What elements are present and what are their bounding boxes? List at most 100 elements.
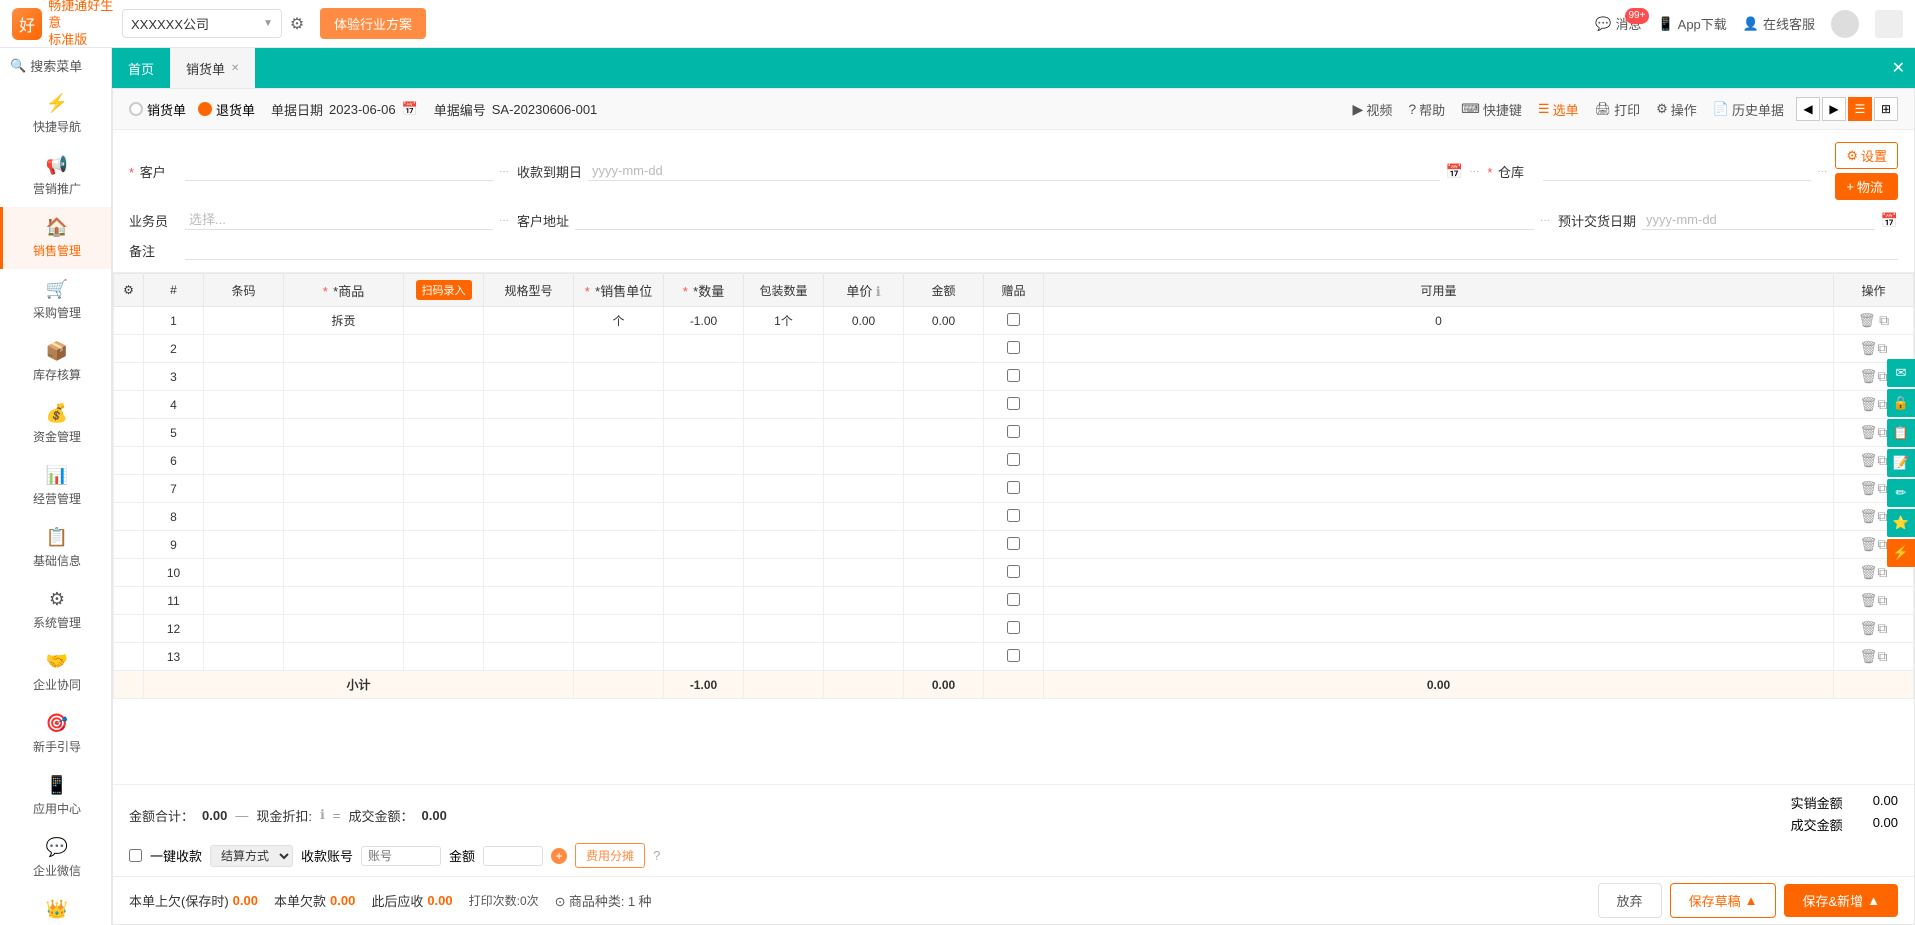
gift-checkbox-3[interactable] <box>1007 369 1020 382</box>
toolbar-select-btn[interactable]: ☰ 选单 <box>1534 98 1583 121</box>
date-calendar-icon[interactable]: 📅 <box>402 101 418 117</box>
sidebar-item-inventory[interactable]: 📦 库存核算 <box>0 331 111 393</box>
notes-input[interactable] <box>185 240 1898 260</box>
logistics-action-btn[interactable]: + 物流 <box>1835 173 1898 200</box>
gift-checkbox-6[interactable] <box>1007 453 1020 466</box>
save-draft-button[interactable]: 保存草稿 ▲ <box>1670 883 1777 918</box>
gift-checkbox-13[interactable] <box>1007 649 1020 662</box>
delivery-calendar-icon[interactable]: 📅 <box>1881 212 1898 229</box>
sidebar-item-finance[interactable]: 💰 资金管理 <box>0 393 111 455</box>
sidebar-item-marketing[interactable]: 📢 营销推广 <box>0 145 111 207</box>
copy-row-5-btn[interactable]: ⧉ <box>1877 424 1887 441</box>
account-input[interactable] <box>361 846 441 866</box>
gift-checkbox-5[interactable] <box>1007 425 1020 438</box>
rfloat-btn-2[interactable]: 🔒 <box>1887 389 1915 417</box>
receipt-date-input[interactable] <box>588 161 1440 181</box>
salesperson-dots-btn[interactable]: ··· <box>499 215 509 226</box>
delete-row-7-btn[interactable]: 🗑 <box>1860 480 1878 497</box>
sidebar-item-app-center[interactable]: 📱 应用中心 <box>0 765 111 827</box>
copy-row-9-btn[interactable]: ⧉ <box>1877 536 1887 553</box>
gift-checkbox-2[interactable] <box>1007 341 1020 354</box>
expense-split-btn[interactable]: 费用分摊 <box>575 843 645 868</box>
company-selector[interactable]: XXXXXX公司 ▼ <box>122 9 282 38</box>
amount-input[interactable] <box>483 846 543 866</box>
one-click-payment-checkbox[interactable] <box>129 849 142 862</box>
receipt-date-dots[interactable]: ··· <box>1469 166 1479 177</box>
copy-row-10-btn[interactable]: ⧉ <box>1877 564 1887 581</box>
sidebar-search[interactable]: 🔍 搜索菜单 <box>0 48 111 83</box>
add-payment-btn[interactable]: + <box>551 848 567 864</box>
prev-view-btn[interactable]: ◀ <box>1796 97 1820 121</box>
copy-row-2-btn[interactable]: ⧉ <box>1877 340 1887 357</box>
toolbar-shortcut-btn[interactable]: ⌨ 快捷键 <box>1457 98 1526 121</box>
gift-checkbox-10[interactable] <box>1007 565 1020 578</box>
delete-row-8-btn[interactable]: 🗑 <box>1860 508 1878 525</box>
delete-row-10-btn[interactable]: 🗑 <box>1860 564 1878 581</box>
sidebar-item-operations[interactable]: 📊 经营管理 <box>0 455 111 517</box>
radio-sales[interactable]: 销货单 <box>129 100 186 119</box>
rfloat-btn-7[interactable]: ⚡ <box>1887 539 1915 567</box>
delete-row-11-btn[interactable]: 🗑 <box>1860 592 1878 609</box>
toolbar-print-btn[interactable]: 🖨 打印 <box>1591 98 1645 121</box>
warehouse-input[interactable]: 建材仓 <box>1543 161 1811 181</box>
delete-row-2-btn[interactable]: 🗑 <box>1860 340 1878 357</box>
toolbar-action-btn[interactable]: ⚙ 操作 <box>1652 98 1701 121</box>
list-view-btn[interactable]: ☰ <box>1848 97 1872 121</box>
toolbar-help-btn[interactable]: ? 帮助 <box>1404 98 1449 121</box>
app-download-item[interactable]: 📱 App下载 <box>1657 14 1726 33</box>
rfloat-btn-3[interactable]: 📋 <box>1887 419 1915 447</box>
salesperson-input[interactable] <box>185 210 493 230</box>
copy-row-7-btn[interactable]: ⧉ <box>1877 480 1887 497</box>
copy-row-1-btn[interactable]: ⧉ <box>1879 312 1889 329</box>
tab-sales-order[interactable]: 销货单 ✕ <box>170 48 255 88</box>
user-avatar[interactable] <box>1831 10 1859 38</box>
copy-row-13-btn[interactable]: ⧉ <box>1877 648 1887 665</box>
settings-action-btn[interactable]: ⚙ 设置 <box>1835 142 1898 169</box>
delete-row-1-btn[interactable]: 🗑 <box>1858 312 1876 329</box>
copy-row-12-btn[interactable]: ⧉ <box>1877 620 1887 637</box>
sidebar-item-enterprise[interactable]: 🤝 企业协同 <box>0 641 111 703</box>
copy-row-6-btn[interactable]: ⧉ <box>1877 452 1887 469</box>
trial-button[interactable]: 体验行业方案 <box>320 8 426 39</box>
gift-checkbox-12[interactable] <box>1007 621 1020 634</box>
grid-view-btn[interactable]: ⊞ <box>1874 97 1898 121</box>
tab-home[interactable]: 首页 <box>112 48 170 88</box>
gift-checkbox-8[interactable] <box>1007 509 1020 522</box>
rfloat-btn-5[interactable]: ✏ <box>1887 479 1915 507</box>
settlement-method-select[interactable]: 结算方式 <box>210 845 293 867</box>
gift-checkbox-4[interactable] <box>1007 397 1020 410</box>
delete-row-4-btn[interactable]: 🗑 <box>1860 396 1878 413</box>
sidebar-item-newbie[interactable]: 🎯 新手引导 <box>0 703 111 765</box>
company-settings-icon[interactable]: ⚙ <box>282 9 312 39</box>
rfloat-btn-6[interactable]: ⭐ <box>1887 509 1915 537</box>
scan-button[interactable]: 扫码录入 <box>416 280 472 300</box>
rfloat-btn-4[interactable]: 📝 <box>1887 449 1915 477</box>
copy-row-11-btn[interactable]: ⧉ <box>1877 592 1887 609</box>
sidebar-item-quick-nav[interactable]: ⚡ 快捷导航 <box>0 83 111 145</box>
sidebar-item-wechat[interactable]: 💬 企业微信 <box>0 827 111 889</box>
copy-row-3-btn[interactable]: ⧉ <box>1877 368 1887 385</box>
delete-row-6-btn[interactable]: 🗑 <box>1860 452 1878 469</box>
tab-bar-close-icon[interactable]: ✕ <box>1892 58 1915 78</box>
save-new-button[interactable]: 保存&新增 ▲ <box>1784 884 1898 917</box>
delivery-date-input[interactable] <box>1642 210 1875 230</box>
sidebar-item-sales[interactable]: 🏠 销售管理 <box>0 207 111 269</box>
receipt-date-calendar-icon[interactable]: 📅 <box>1446 163 1463 180</box>
next-view-btn[interactable]: ▶ <box>1822 97 1846 121</box>
rfloat-btn-1[interactable]: ✉ <box>1887 359 1915 387</box>
warehouse-dots-btn[interactable]: ··· <box>1817 166 1827 177</box>
customer-address-input[interactable] <box>575 210 1534 230</box>
gift-checkbox-1[interactable] <box>1007 313 1020 326</box>
radio-return[interactable]: 退货单 <box>198 100 255 119</box>
toolbar-video-btn[interactable]: ▶ 视频 <box>1349 98 1397 121</box>
delete-row-12-btn[interactable]: 🗑 <box>1860 620 1878 637</box>
copy-row-4-btn[interactable]: ⧉ <box>1877 396 1887 413</box>
message-icon-item[interactable]: 💬 消息 99+ <box>1595 14 1641 33</box>
customer-dots-btn[interactable]: ··· <box>499 166 509 177</box>
sidebar-item-system[interactable]: ⚙ 系统管理 <box>0 579 111 641</box>
discard-button[interactable]: 放弃 <box>1598 883 1662 918</box>
online-service-item[interactable]: 👤 在线客服 <box>1743 14 1815 33</box>
delete-row-9-btn[interactable]: 🗑 <box>1860 536 1878 553</box>
sidebar-item-basic-info[interactable]: 📋 基础信息 <box>0 517 111 579</box>
user-menu[interactable] <box>1875 10 1903 38</box>
